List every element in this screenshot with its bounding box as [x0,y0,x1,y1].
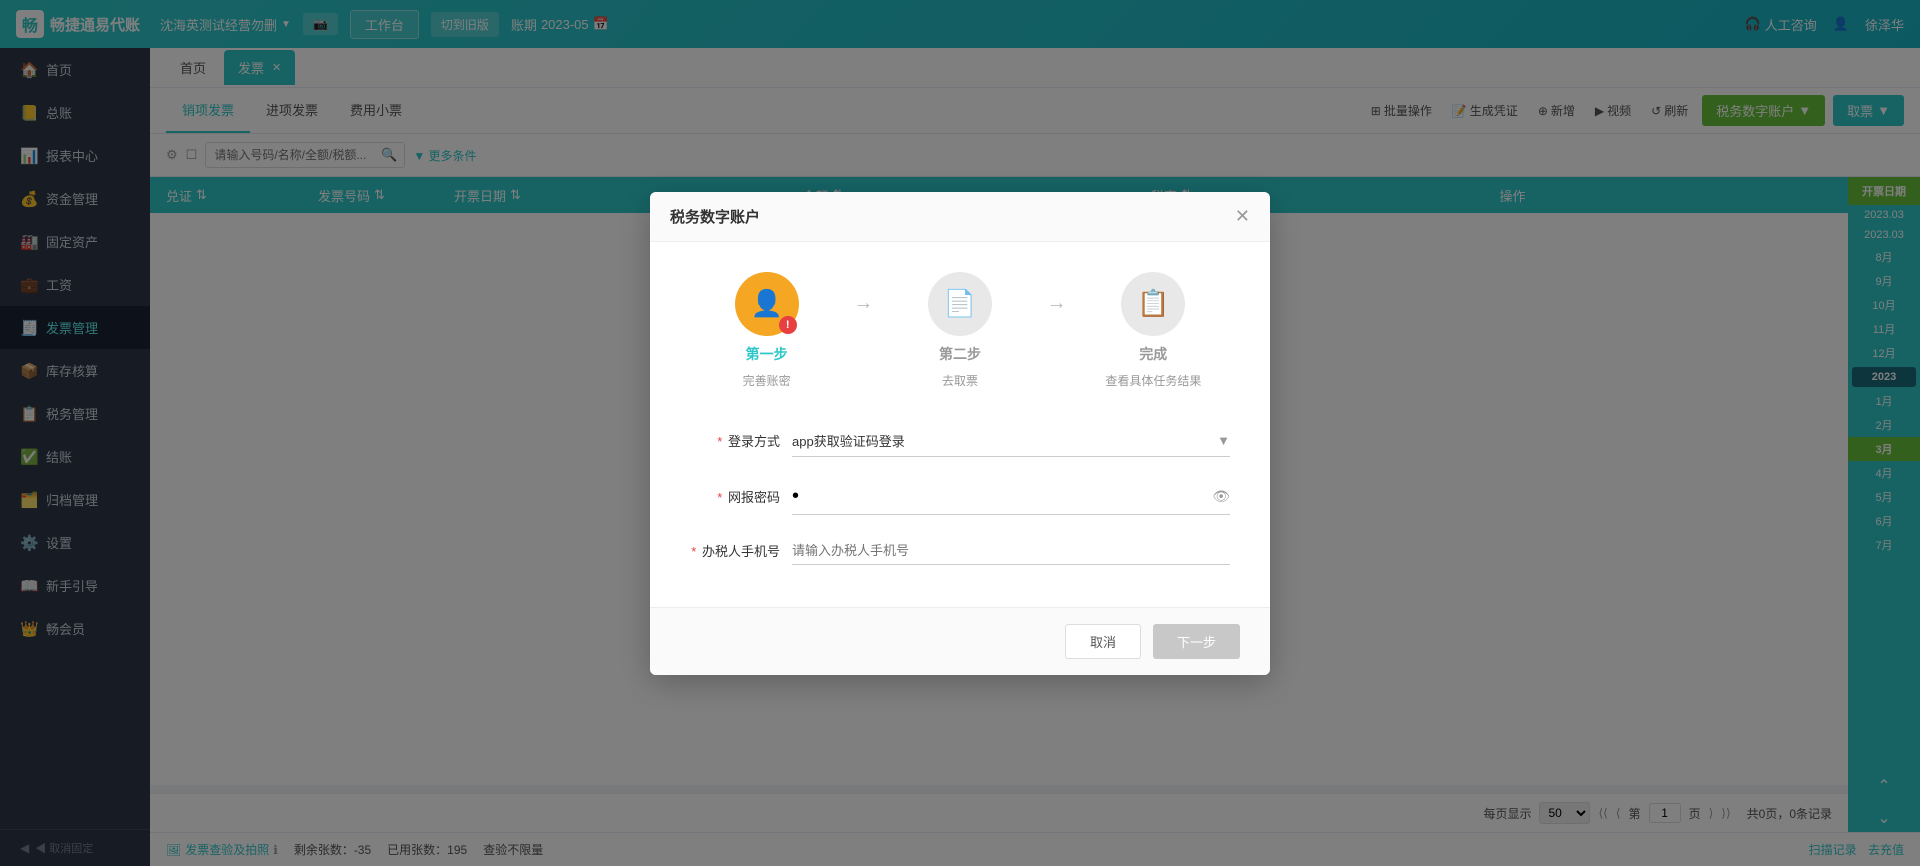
password-input[interactable] [792,485,1212,508]
step1-title: 第一步 [746,344,788,364]
login-method-value: app获取验证码登录 [792,431,905,450]
next-btn[interactable]: 下一步 [1153,624,1240,659]
step2-icon: 📄 [944,288,976,319]
eye-icon[interactable]: 👁 [1212,488,1230,505]
step-1: 👤 ! 第一步 完善账密 [690,272,843,389]
step1-badge: ! [779,316,797,334]
step1-icon: 👤 [750,288,782,319]
modal-overlay: 税务数字账户 ✕ 👤 ! 第一步 完善账密 → [0,0,1920,866]
step3-desc: 查看具体任务结果 [1105,372,1201,389]
required-mark2: * [717,490,722,505]
password-label: * 网报密码 [690,487,780,506]
login-method-label: * 登录方式 [690,431,780,450]
password-row: * 网报密码 👁 [690,479,1230,515]
dialog-header: 税务数字账户 ✕ [650,192,1270,242]
dialog-footer: 取消 下一步 [650,607,1270,675]
login-method-dropdown-arrow: ▼ [1217,433,1230,448]
login-method-row: * 登录方式 app获取验证码登录 ▼ [690,425,1230,457]
step2-title: 第二步 [939,344,981,364]
dialog-body: 👤 ! 第一步 完善账密 → 📄 第二步 去取票 → [650,242,1270,607]
step3-title: 完成 [1139,344,1167,364]
phone-row: * 办税人手机号 [690,537,1230,565]
phone-input[interactable] [792,543,1230,558]
phone-field-wrap [792,537,1230,565]
step-arrow-1: → [843,272,883,315]
required-mark: * [717,434,722,449]
step1-desc: 完善账密 [743,372,791,389]
dialog-title: 税务数字账户 [670,206,760,227]
cancel-btn[interactable]: 取消 [1065,624,1141,659]
phone-label: * 办税人手机号 [690,541,780,560]
step1-icon-wrap: 👤 ! [735,272,799,336]
step-arrow-2: → [1037,272,1077,315]
step3-icon: 📋 [1137,288,1169,319]
password-field-wrap: 👁 [792,479,1230,515]
required-mark3: * [691,544,696,559]
dialog-close-btn[interactable]: ✕ [1235,207,1250,225]
step-3: 📋 完成 查看具体任务结果 [1077,272,1230,389]
login-method-select[interactable]: app获取验证码登录 ▼ [792,425,1230,457]
step2-icon-wrap: 📄 [928,272,992,336]
step3-icon-wrap: 📋 [1121,272,1185,336]
steps-indicator: 👤 ! 第一步 完善账密 → 📄 第二步 去取票 → [690,272,1230,389]
tax-account-dialog: 税务数字账户 ✕ 👤 ! 第一步 完善账密 → [650,192,1270,675]
step-2: 📄 第二步 去取票 [883,272,1036,389]
step2-desc: 去取票 [942,372,978,389]
